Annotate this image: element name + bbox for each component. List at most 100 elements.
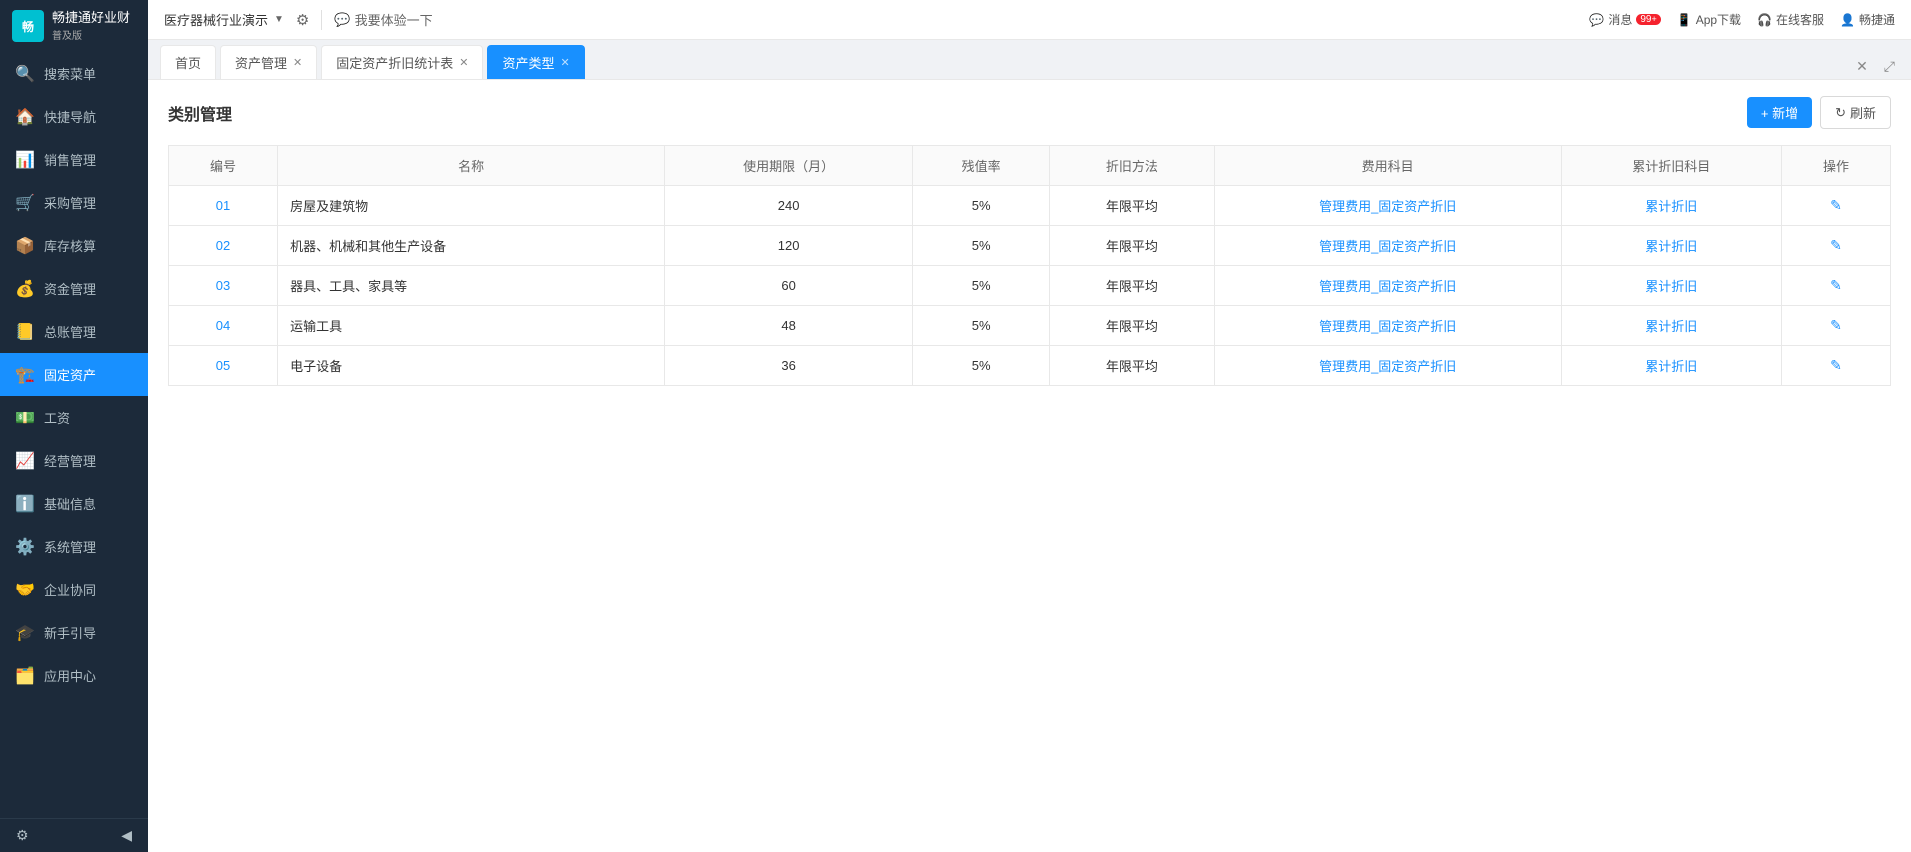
table-row: 05 电子设备 36 5% 年限平均 管理费用_固定资产折旧 累计折旧 ✎ <box>169 346 1891 386</box>
new-button[interactable]: + 新增 <box>1747 97 1812 128</box>
collapse-icon[interactable]: ◀ <box>121 827 132 844</box>
table-header-row: 编号名称使用期限（月）残值率折旧方法费用科目累计折旧科目操作 <box>169 146 1891 186</box>
tab-close-icon[interactable]: ✕ <box>459 56 468 69</box>
cell-period: 120 <box>665 226 913 266</box>
topbar-right: 💬 消息 99+ 📱 App下载 🎧 在线客服 👤 畅捷通 <box>1589 11 1895 28</box>
selector-arrow-icon: ▼ <box>274 14 284 25</box>
sales-icon: 📊 <box>16 151 34 169</box>
cell-code: 05 <box>169 346 278 386</box>
sidebar-item-coopbiz[interactable]: 🤝 企业协同 <box>0 568 148 611</box>
topbar-divider <box>321 10 322 30</box>
cell-accum-subject: 累计折旧 <box>1561 346 1781 386</box>
search-icon: 🔍 <box>16 65 34 83</box>
capital-icon: 💰 <box>16 280 34 298</box>
tabbar: 首页资产管理✕ 固定资产折旧统计表 ✕ 资产类型 ✕ ✕ ⤢ <box>148 40 1911 80</box>
sidebar-item-bizmanage[interactable]: 📈 经营管理 <box>0 439 148 482</box>
cell-op[interactable]: ✎ <box>1781 186 1890 226</box>
refresh-button[interactable]: ↻ 刷新 <box>1820 96 1891 129</box>
sidebar-item-capital[interactable]: 💰 资金管理 <box>0 267 148 310</box>
cell-op[interactable]: ✎ <box>1781 266 1890 306</box>
sidebar: 畅 畅捷通好业财 普及版 🔍 搜索菜单 🏠 快捷导航 📊 销售管理 🛒 采购管理… <box>0 0 148 852</box>
experience-btn[interactable]: 💬 我要体验一下 <box>334 10 432 29</box>
cell-residual: 5% <box>913 346 1050 386</box>
category-table: 编号名称使用期限（月）残值率折旧方法费用科目累计折旧科目操作 01 房屋及建筑物… <box>168 145 1891 386</box>
sidebar-item-label: 采购管理 <box>44 193 96 212</box>
sidebar-item-label: 系统管理 <box>44 537 96 556</box>
topbar-gear-icon[interactable]: ⚙ <box>296 11 309 29</box>
logo-text: 畅捷通好业财 <box>52 10 130 27</box>
sidebar-footer: ⚙ ◀ <box>0 818 148 852</box>
table-row: 03 器具、工具、家具等 60 5% 年限平均 管理费用_固定资产折旧 累计折旧… <box>169 266 1891 306</box>
refresh-icon: ↻ <box>1835 105 1846 121</box>
cell-period: 240 <box>665 186 913 226</box>
service-btn[interactable]: 🎧 在线客服 <box>1757 11 1824 28</box>
topbar: 医疗器械行业演示 ▼ ⚙ 💬 我要体验一下 💬 消息 99+ 📱 App下载 🎧… <box>148 0 1911 40</box>
sidebar-item-inventory[interactable]: 📦 库存核算 <box>0 224 148 267</box>
sidebar-item-purchase[interactable]: 🛒 采购管理 <box>0 181 148 224</box>
message-label: 消息 <box>1608 11 1632 28</box>
cell-op[interactable]: ✎ <box>1781 306 1890 346</box>
sidebar-item-label: 应用中心 <box>44 666 96 685</box>
sidebar-item-label: 基础信息 <box>44 494 96 513</box>
experience-icon: 💬 <box>334 12 350 28</box>
user-btn[interactable]: 👤 畅捷通 <box>1840 11 1895 28</box>
cell-name: 器具、工具、家具等 <box>278 266 665 306</box>
service-icon: 🎧 <box>1757 13 1772 27</box>
tab-fixed-stat[interactable]: 固定资产折旧统计表 ✕ <box>321 45 483 79</box>
cell-residual: 5% <box>913 186 1050 226</box>
table-row: 04 运输工具 48 5% 年限平均 管理费用_固定资产折旧 累计折旧 ✎ <box>169 306 1891 346</box>
system-icon: ⚙️ <box>16 538 34 556</box>
table-row: 01 房屋及建筑物 240 5% 年限平均 管理费用_固定资产折旧 累计折旧 ✎ <box>169 186 1891 226</box>
sidebar-item-label: 库存核算 <box>44 236 96 255</box>
sidebar-item-appcenter[interactable]: 🗂️ 应用中心 <box>0 654 148 697</box>
cell-cost-subject: 管理费用_固定资产折旧 <box>1214 346 1561 386</box>
cell-op[interactable]: ✎ <box>1781 346 1890 386</box>
cell-name: 运输工具 <box>278 306 665 346</box>
cell-accum-subject: 累计折旧 <box>1561 266 1781 306</box>
sidebar-item-label: 总账管理 <box>44 322 96 341</box>
message-btn[interactable]: 💬 消息 99+ <box>1589 11 1660 28</box>
tab-label: 首页 <box>175 53 201 72</box>
ledger-icon: 📒 <box>16 323 34 341</box>
user-icon: 👤 <box>1840 13 1855 27</box>
cell-accum-subject: 累计折旧 <box>1561 306 1781 346</box>
tab-home[interactable]: 首页 <box>160 45 216 79</box>
sidebar-item-sales[interactable]: 📊 销售管理 <box>0 138 148 181</box>
app-label: App下载 <box>1696 11 1741 28</box>
tab-label: 固定资产折旧统计表 <box>336 53 453 72</box>
close-tab-icon[interactable]: ✕ <box>1852 54 1872 79</box>
tab-label: 资产类型 <box>502 53 554 72</box>
table-body: 01 房屋及建筑物 240 5% 年限平均 管理费用_固定资产折旧 累计折旧 ✎… <box>169 186 1891 386</box>
sidebar-item-salary[interactable]: 💵 工资 <box>0 396 148 439</box>
cell-op[interactable]: ✎ <box>1781 226 1890 266</box>
settings-icon[interactable]: ⚙ <box>16 827 29 844</box>
basic-icon: ℹ️ <box>16 495 34 513</box>
cell-cost-subject: 管理费用_固定资产折旧 <box>1214 186 1561 226</box>
tab-close-icon[interactable]: ✕ <box>293 56 302 69</box>
sidebar-item-label: 工资 <box>44 408 70 427</box>
sidebar-item-basic[interactable]: ℹ️ 基础信息 <box>0 482 148 525</box>
sidebar-item-search[interactable]: 🔍 搜索菜单 <box>0 52 148 95</box>
table-col-header: 残值率 <box>913 146 1050 186</box>
tab-asset-type[interactable]: 资产类型 ✕ <box>487 45 584 79</box>
cell-residual: 5% <box>913 226 1050 266</box>
expand-icon[interactable]: ⤢ <box>1880 54 1899 79</box>
sidebar-item-fixed[interactable]: 🏗️ 固定资产 <box>0 353 148 396</box>
tab-asset-mgmt[interactable]: 资产管理✕ <box>220 45 317 79</box>
sidebar-item-label: 快捷导航 <box>44 107 96 126</box>
content-area: 类别管理 + 新增 ↻ 刷新 编号名称使用期限（月）残值率折旧方法费用科目累计折… <box>148 80 1911 852</box>
sidebar-item-ledger[interactable]: 📒 总账管理 <box>0 310 148 353</box>
sidebar-item-guide[interactable]: 🎓 新手引导 <box>0 611 148 654</box>
sidebar-item-system[interactable]: ⚙️ 系统管理 <box>0 525 148 568</box>
cell-period: 48 <box>665 306 913 346</box>
sidebar-item-quicknav[interactable]: 🏠 快捷导航 <box>0 95 148 138</box>
app-download-btn[interactable]: 📱 App下载 <box>1677 11 1741 28</box>
company-selector[interactable]: 医疗器械行业演示 ▼ <box>164 10 284 29</box>
cell-code: 03 <box>169 266 278 306</box>
cell-period: 36 <box>665 346 913 386</box>
inventory-icon: 📦 <box>16 237 34 255</box>
cell-residual: 5% <box>913 266 1050 306</box>
table-row: 02 机器、机械和其他生产设备 120 5% 年限平均 管理费用_固定资产折旧 … <box>169 226 1891 266</box>
company-name: 医疗器械行业演示 <box>164 10 268 29</box>
tab-close-icon[interactable]: ✕ <box>561 56 570 69</box>
